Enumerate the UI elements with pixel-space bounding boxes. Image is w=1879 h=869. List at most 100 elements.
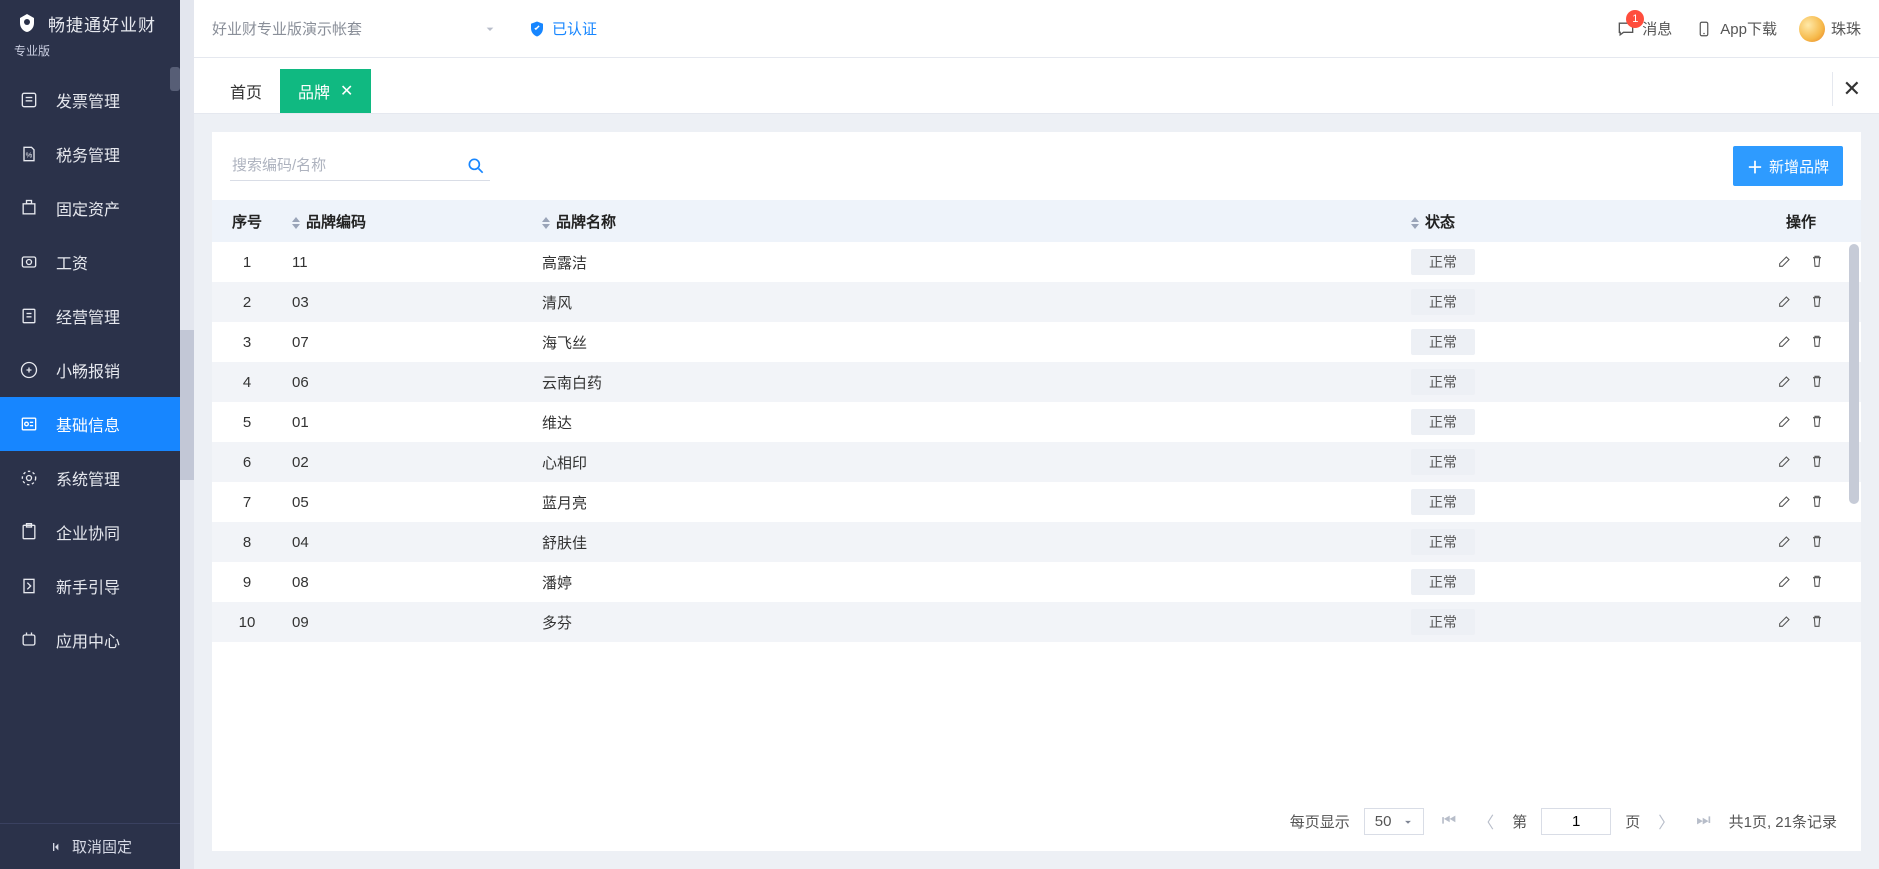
tab-brand[interactable]: 品牌 ✕ xyxy=(280,69,371,113)
table-row[interactable]: 908潘婷正常 xyxy=(212,562,1861,602)
sidebar-item[interactable]: 新手引导 xyxy=(0,559,180,613)
delete-icon[interactable] xyxy=(1807,251,1827,271)
sidebar-item[interactable]: 企业协同 xyxy=(0,505,180,559)
table-row[interactable]: 705蓝月亮正常 xyxy=(212,482,1861,522)
collab-icon xyxy=(18,521,40,543)
app-download-button[interactable]: App下载 xyxy=(1694,18,1777,39)
edit-icon[interactable] xyxy=(1775,411,1795,431)
sidebar-item[interactable]: 基础信息 xyxy=(0,397,180,451)
next-page-button[interactable]: 〉 xyxy=(1654,805,1678,837)
pager-summary: 共1页, 21条记录 xyxy=(1729,811,1837,832)
cell-ops xyxy=(1741,282,1861,322)
table-row[interactable]: 111高露洁正常 xyxy=(212,242,1861,282)
cell-index: 6 xyxy=(212,442,282,482)
cell-code: 08 xyxy=(282,562,532,602)
edit-icon[interactable] xyxy=(1775,371,1795,391)
delete-icon[interactable] xyxy=(1807,611,1827,631)
table-row[interactable]: 406云南白药正常 xyxy=(212,362,1861,402)
account-select[interactable]: 好业财专业版演示帐套 xyxy=(212,18,498,39)
table-row[interactable]: 501维达正常 xyxy=(212,402,1861,442)
topbar: 好业财专业版演示帐套 已认证 1 消息 App下 xyxy=(194,0,1879,58)
sidebar-item[interactable]: 应用中心 xyxy=(0,613,180,667)
table-row[interactable]: 307海飞丝正常 xyxy=(212,322,1861,362)
table-row[interactable]: 1009多芬正常 xyxy=(212,602,1861,642)
search-input[interactable] xyxy=(230,151,462,180)
cell-code: 05 xyxy=(282,482,532,522)
last-page-button[interactable]: ⏭ xyxy=(1692,808,1714,834)
sidebar-item[interactable]: %税务管理 xyxy=(0,127,180,181)
cell-name: 海飞丝 xyxy=(532,322,1401,362)
col-name[interactable]: 品牌名称 xyxy=(532,200,1401,242)
cell-name: 潘婷 xyxy=(532,562,1401,602)
delete-icon[interactable] xyxy=(1807,571,1827,591)
table-scrollbar[interactable] xyxy=(1849,244,1859,504)
delete-icon[interactable] xyxy=(1807,531,1827,551)
status-badge: 正常 xyxy=(1411,369,1475,395)
cell-index: 10 xyxy=(212,602,282,642)
cell-index: 9 xyxy=(212,562,282,602)
table-row[interactable]: 203清风正常 xyxy=(212,282,1861,322)
sidebar-splitter[interactable] xyxy=(180,0,194,869)
edit-icon[interactable] xyxy=(1775,331,1795,351)
app-name: 畅捷通好业财 xyxy=(48,11,156,36)
cell-ops xyxy=(1741,522,1861,562)
prev-page-button[interactable]: 〈 xyxy=(1474,805,1498,837)
edit-icon[interactable] xyxy=(1775,571,1795,591)
unpin-icon xyxy=(48,838,66,856)
baseinfo-icon xyxy=(18,413,40,435)
edit-icon[interactable] xyxy=(1775,251,1795,271)
cell-status: 正常 xyxy=(1401,242,1741,282)
sidebar-item-label: 经营管理 xyxy=(56,304,120,328)
cell-ops xyxy=(1741,362,1861,402)
cell-code: 02 xyxy=(282,442,532,482)
cell-status: 正常 xyxy=(1401,482,1741,522)
cell-ops xyxy=(1741,322,1861,362)
per-page-value: 50 xyxy=(1375,813,1392,830)
user-menu[interactable]: 珠珠 xyxy=(1799,16,1861,42)
table-row[interactable]: 602心相印正常 xyxy=(212,442,1861,482)
close-all-tabs-button[interactable]: ✕ xyxy=(1832,72,1871,106)
add-brand-button[interactable]: ＋ 新增品牌 xyxy=(1733,146,1843,186)
cell-name: 心相印 xyxy=(532,442,1401,482)
per-page-select[interactable]: 50 xyxy=(1364,808,1424,835)
sidebar-item[interactable]: 系统管理 xyxy=(0,451,180,505)
delete-icon[interactable] xyxy=(1807,291,1827,311)
edit-icon[interactable] xyxy=(1775,531,1795,551)
status-badge: 正常 xyxy=(1411,249,1475,275)
plus-icon: ＋ xyxy=(1747,154,1763,178)
col-ops: 操作 xyxy=(1741,200,1861,242)
search-icon[interactable] xyxy=(462,152,490,180)
delete-icon[interactable] xyxy=(1807,331,1827,351)
sidebar-item[interactable]: 经营管理 xyxy=(0,289,180,343)
edit-icon[interactable] xyxy=(1775,491,1795,511)
delete-icon[interactable] xyxy=(1807,411,1827,431)
tab-home[interactable]: 首页 xyxy=(212,69,280,113)
cell-status: 正常 xyxy=(1401,442,1741,482)
sidebar-scrollbar[interactable] xyxy=(170,67,180,91)
avatar-icon xyxy=(1799,16,1825,42)
sidebar-item[interactable]: 发票管理 xyxy=(0,73,180,127)
messages-button[interactable]: 1 消息 xyxy=(1616,18,1672,39)
sidebar-item[interactable]: 工资 xyxy=(0,235,180,289)
col-code[interactable]: 品牌编码 xyxy=(282,200,532,242)
close-icon[interactable]: ✕ xyxy=(340,81,353,101)
sidebar-unpin-button[interactable]: 取消固定 xyxy=(0,823,180,869)
col-status[interactable]: 状态 xyxy=(1401,200,1741,242)
sidebar-item[interactable]: 固定资产 xyxy=(0,181,180,235)
first-page-button[interactable]: ⏮ xyxy=(1438,808,1460,834)
sidebar-item-label: 企业协同 xyxy=(56,520,120,544)
delete-icon[interactable] xyxy=(1807,491,1827,511)
table-row[interactable]: 804舒肤佳正常 xyxy=(212,522,1861,562)
cell-name: 舒肤佳 xyxy=(532,522,1401,562)
delete-icon[interactable] xyxy=(1807,451,1827,471)
edit-icon[interactable] xyxy=(1775,611,1795,631)
panel: ＋ 新增品牌 序号 品牌编码 品牌名称 状态 操作 111 xyxy=(212,132,1861,851)
delete-icon[interactable] xyxy=(1807,371,1827,391)
cell-code: 01 xyxy=(282,402,532,442)
page-input[interactable] xyxy=(1541,808,1611,835)
status-badge: 正常 xyxy=(1411,529,1475,555)
guide-icon xyxy=(18,575,40,597)
sidebar-item[interactable]: 小畅报销 xyxy=(0,343,180,397)
edit-icon[interactable] xyxy=(1775,291,1795,311)
edit-icon[interactable] xyxy=(1775,451,1795,471)
